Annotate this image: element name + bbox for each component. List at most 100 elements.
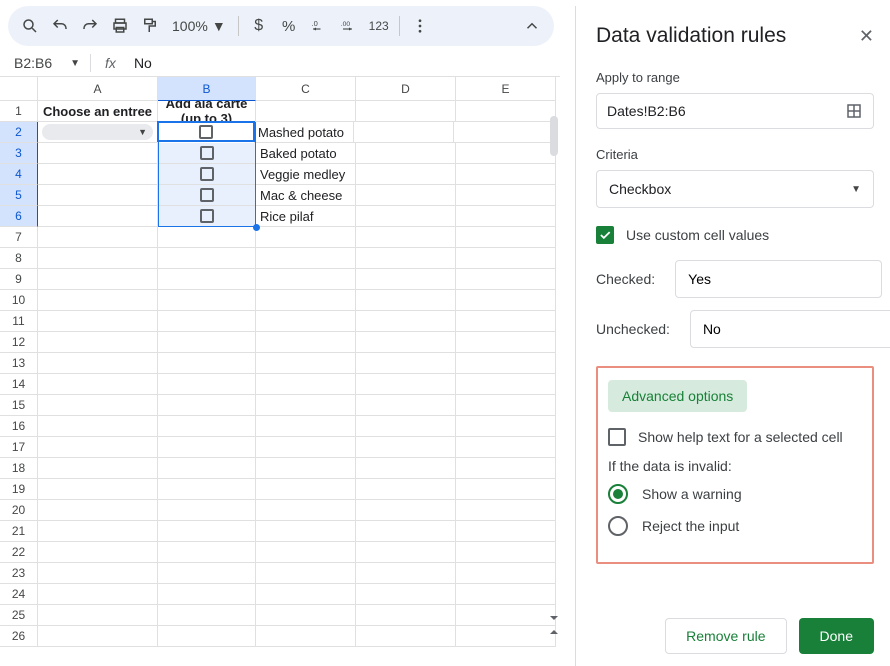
cell[interactable] <box>456 269 556 290</box>
criteria-select[interactable]: Checkbox ▼ <box>596 170 874 208</box>
cell[interactable] <box>356 542 456 563</box>
cell[interactable] <box>456 605 556 626</box>
checked-input[interactable] <box>675 260 882 298</box>
cell[interactable] <box>356 416 456 437</box>
column-header-B[interactable]: B <box>158 77 256 101</box>
percent-icon[interactable]: % <box>275 12 303 40</box>
scroll-up-icon[interactable] <box>550 616 558 620</box>
cell[interactable] <box>158 290 256 311</box>
cell[interactable] <box>456 227 556 248</box>
cell[interactable] <box>456 290 556 311</box>
cell[interactable] <box>256 353 356 374</box>
cell[interactable] <box>456 248 556 269</box>
row-header[interactable]: 3 <box>0 143 38 164</box>
row-header[interactable]: 16 <box>0 416 38 437</box>
range-input[interactable]: Dates!B2:B6 <box>596 93 874 129</box>
row-header[interactable]: 1 <box>0 101 38 122</box>
cell[interactable] <box>456 332 556 353</box>
row-header[interactable]: 8 <box>0 248 38 269</box>
cell[interactable] <box>356 521 456 542</box>
cell[interactable] <box>38 563 158 584</box>
row-header[interactable]: 13 <box>0 353 38 374</box>
row-header[interactable]: 14 <box>0 374 38 395</box>
cell[interactable] <box>158 479 256 500</box>
cell[interactable] <box>38 626 158 647</box>
cell[interactable] <box>38 353 158 374</box>
cell[interactable] <box>356 248 456 269</box>
done-button[interactable]: Done <box>799 618 874 654</box>
cell[interactable] <box>354 122 454 143</box>
cell[interactable] <box>158 416 256 437</box>
cell[interactable] <box>158 353 256 374</box>
cell[interactable] <box>356 374 456 395</box>
cell[interactable] <box>356 311 456 332</box>
cell[interactable] <box>157 121 255 142</box>
cell[interactable] <box>38 248 158 269</box>
cell[interactable] <box>456 395 556 416</box>
cell[interactable] <box>158 563 256 584</box>
cell[interactable] <box>356 101 456 122</box>
cell[interactable] <box>256 437 356 458</box>
cell[interactable] <box>456 584 556 605</box>
row-header[interactable]: 9 <box>0 269 38 290</box>
checkbox-icon[interactable] <box>200 167 214 181</box>
cell[interactable] <box>256 500 356 521</box>
more-formats-icon[interactable]: 123 <box>365 12 393 40</box>
cell[interactable] <box>158 332 256 353</box>
cell[interactable] <box>158 542 256 563</box>
cell[interactable] <box>158 626 256 647</box>
cell[interactable] <box>38 416 158 437</box>
row-header[interactable]: 24 <box>0 584 38 605</box>
cell[interactable] <box>158 164 256 185</box>
cell[interactable] <box>256 605 356 626</box>
search-icon[interactable] <box>16 12 44 40</box>
cell[interactable] <box>158 227 256 248</box>
cell[interactable] <box>158 248 256 269</box>
cell[interactable] <box>158 311 256 332</box>
cell[interactable] <box>38 605 158 626</box>
advanced-options-button[interactable]: Advanced options <box>608 380 747 412</box>
cell[interactable] <box>356 500 456 521</box>
cell[interactable] <box>356 353 456 374</box>
undo-icon[interactable] <box>46 12 74 40</box>
row-header[interactable]: 6 <box>0 206 38 227</box>
cell[interactable] <box>38 521 158 542</box>
row-header[interactable]: 20 <box>0 500 38 521</box>
cell[interactable] <box>256 416 356 437</box>
remove-rule-button[interactable]: Remove rule <box>665 618 786 654</box>
cell[interactable] <box>256 563 356 584</box>
cell[interactable] <box>456 164 556 185</box>
cell[interactable] <box>256 311 356 332</box>
spreadsheet-grid[interactable]: ABCDE 1234567891011121314151617181920212… <box>0 76 560 656</box>
cell[interactable] <box>456 458 556 479</box>
cell[interactable] <box>38 227 158 248</box>
cell[interactable] <box>38 332 158 353</box>
custom-values-checkbox[interactable]: Use custom cell values <box>596 226 874 244</box>
cell[interactable] <box>356 143 456 164</box>
cell[interactable]: Mashed potato <box>254 122 354 143</box>
cell[interactable] <box>456 563 556 584</box>
select-all-corner[interactable] <box>0 77 38 101</box>
column-header-C[interactable]: C <box>256 77 356 101</box>
checkbox-icon[interactable] <box>200 146 214 160</box>
cell[interactable] <box>456 374 556 395</box>
dropdown-chip[interactable]: ▼ <box>42 124 153 140</box>
row-header[interactable]: 2 <box>0 122 38 143</box>
row-header[interactable]: 7 <box>0 227 38 248</box>
row-header[interactable]: 25 <box>0 605 38 626</box>
increase-decimal-icon[interactable]: .00 <box>335 12 363 40</box>
cell[interactable]: ▼ <box>38 122 158 143</box>
cell[interactable] <box>456 500 556 521</box>
cell[interactable]: Rice pilaf <box>256 206 356 227</box>
checkbox-icon[interactable] <box>199 125 213 139</box>
radio-reject-input[interactable]: Reject the input <box>608 516 862 536</box>
cell[interactable] <box>158 185 256 206</box>
cell[interactable] <box>158 521 256 542</box>
column-header-A[interactable]: A <box>38 77 158 101</box>
cell[interactable] <box>38 185 158 206</box>
checkbox-icon[interactable] <box>200 209 214 223</box>
cell[interactable] <box>456 101 556 122</box>
cell[interactable] <box>356 479 456 500</box>
row-header[interactable]: 26 <box>0 626 38 647</box>
cell[interactable] <box>158 500 256 521</box>
